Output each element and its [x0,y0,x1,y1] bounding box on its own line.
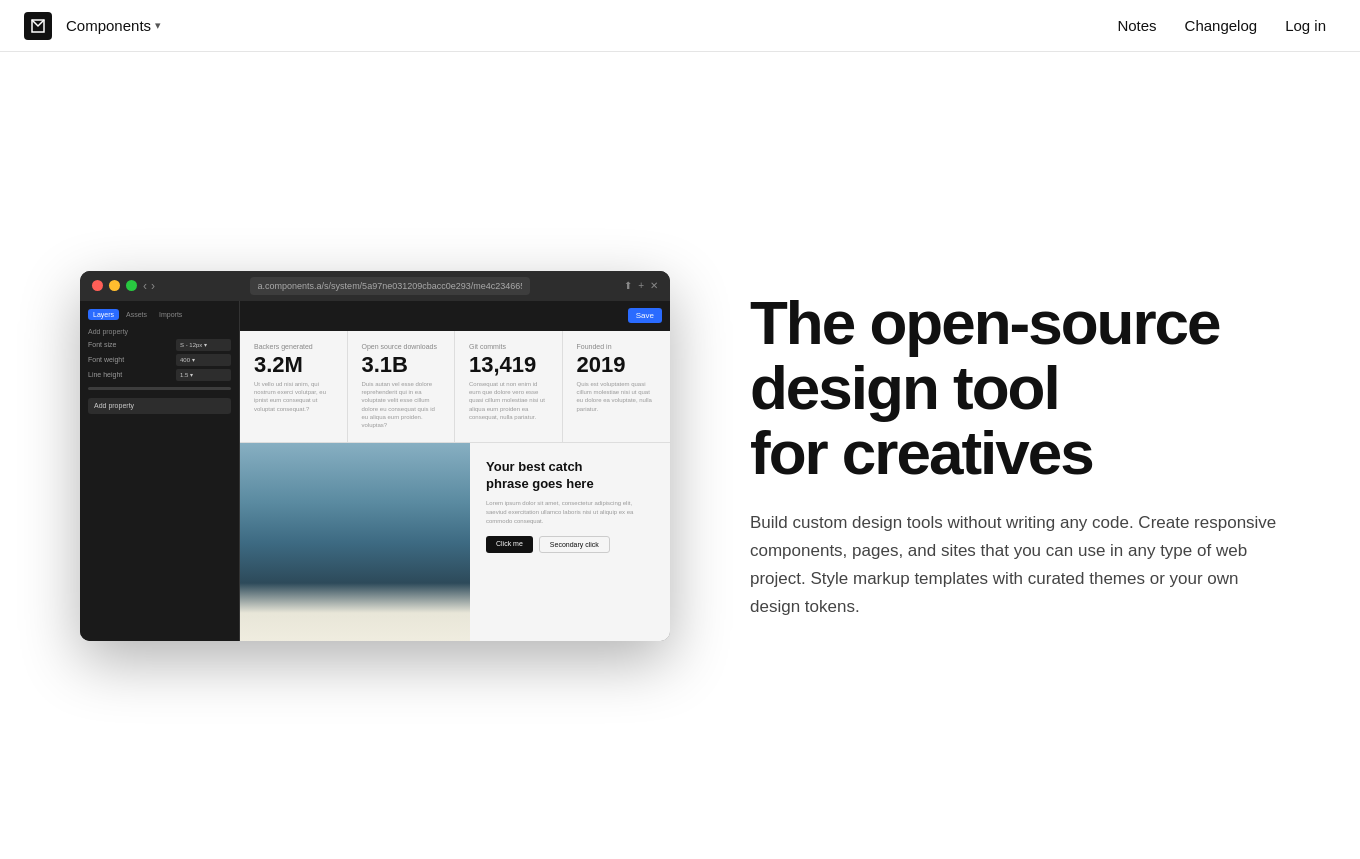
hero-heading-line1: The open-source [750,288,1220,357]
cta-buttons: Click me Secondary click [486,536,654,553]
line-height-input[interactable]: 1.5 ▾ [176,369,231,381]
stat-desc-backers: Ut vello ud nisi anim, qui nostrum exerc… [254,380,333,414]
font-size-label: Font size [88,341,138,348]
stat-label-founded: Founded in [577,343,657,350]
app-sidebar: Layers Assets Imports Add property Font … [80,301,240,641]
components-menu-button[interactable]: Components ▾ [60,13,167,38]
browser-titlebar: ‹ › a.components.a/s/system/5a97ne031209… [80,271,670,301]
hero-heading: The open-source design tool for creative… [750,290,1280,485]
sidebar-tab-assets: Assets [121,309,152,320]
stat-value-commits: 13,419 [469,354,548,376]
components-label: Components [66,17,151,34]
stat-cell-commits: Git commits 13,419 Consequat ut non enim… [455,331,563,442]
hero-heading-line3: for creatives [750,418,1093,487]
forward-arrow-icon: › [151,279,155,293]
browser-nav-arrows: ‹ › [143,279,155,293]
cta-primary-button[interactable]: Click me [486,536,533,553]
browser-actions: ⬆ + ✕ [624,280,658,291]
stat-cell-backers: Backers generated 3.2M Ut vello ud nisi … [240,331,348,442]
url-bar: a.components.a/s/system/5a97ne031209cbac… [250,277,530,295]
nav-left: Components ▾ [24,12,167,40]
traffic-light-green [126,280,137,291]
sidebar-slider-row [88,387,231,390]
app-content: Layers Assets Imports Add property Font … [80,301,670,641]
font-weight-label: Font weight [88,356,138,363]
stat-label-backers: Backers generated [254,343,333,350]
sidebar-actions: Add property [88,398,231,414]
stat-cell-downloads: Open source downloads 3.1B Duis autan ve… [348,331,456,442]
hero-section: ‹ › a.components.a/s/system/5a97ne031209… [0,52,1360,859]
stat-label-commits: Git commits [469,343,548,350]
sidebar-action-1[interactable]: Add property [88,398,231,414]
logo-icon[interactable] [24,12,52,40]
back-arrow-icon: ‹ [143,279,147,293]
hero-heading-line2: design tool [750,353,1059,422]
hero-text: The open-source design tool for creative… [750,290,1280,621]
sidebar-properties: Add property Font size S - 12px ▾ Font w… [88,328,231,381]
add-tab-icon: + [638,280,644,291]
sidebar-font-size-row: Font size S - 12px ▾ [88,339,231,351]
chevron-down-icon: ▾ [155,19,161,32]
stat-value-backers: 3.2M [254,354,333,376]
sidebar-tab-other: Imports [154,309,187,320]
stat-desc-founded: Quis est voluptatem quasi cillum molesti… [577,380,657,414]
url-text: a.components.a/s/system/5a97ne031209cbac… [258,281,522,291]
close-tab-icon: ✕ [650,280,658,291]
stat-value-downloads: 3.1B [362,354,441,376]
browser-window: ‹ › a.components.a/s/system/5a97ne031209… [80,271,670,641]
nav-right: Notes Changelog Log in [1107,11,1336,40]
stats-section: Backers generated 3.2M Ut vello ud nisi … [240,331,670,443]
stat-cell-founded: Founded in 2019 Quis est voluptatem quas… [563,331,671,442]
stat-value-founded: 2019 [577,354,657,376]
sidebar-add-property-label: Add property [88,328,231,335]
traffic-light-red [92,280,103,291]
app-main-area: Save Backers generated 3.2M Ut vello ud … [240,301,670,641]
sidebar-tabs: Layers Assets Imports [88,309,231,320]
line-height-label: Line height [88,371,138,378]
navbar: Components ▾ Notes Changelog Log in [0,0,1360,52]
notes-link[interactable]: Notes [1107,11,1166,40]
sidebar-line-height-row: Line height 1.5 ▾ [88,369,231,381]
stat-label-downloads: Open source downloads [362,343,441,350]
share-icon: ⬆ [624,280,632,291]
changelog-link[interactable]: Changelog [1175,11,1268,40]
lorem-text: Lorem ipsum dolor sit amet, consectetur … [486,499,654,526]
hero-image-left [240,443,470,641]
sidebar-font-weight-row: Font weight 400 ▾ [88,354,231,366]
catchphrase-text: Your best catchphrase goes here [486,459,654,493]
cta-secondary-button[interactable]: Secondary click [539,536,610,553]
login-link[interactable]: Log in [1275,11,1336,40]
sidebar-slider[interactable] [88,387,231,390]
font-size-input[interactable]: S - 12px ▾ [176,339,231,351]
hero-image-section: Your best catchphrase goes here Lorem ip… [240,443,670,641]
sidebar-tab-layers: Layers [88,309,119,320]
url-bar-area: a.components.a/s/system/5a97ne031209cbac… [173,277,606,295]
app-topbar: Save [240,301,670,331]
jeans-image-mock [240,443,470,641]
hero-subtext: Build custom design tools without writin… [750,509,1280,621]
stat-desc-downloads: Duis autan vel esse dolore reprehenderit… [362,380,441,430]
hero-image-right: Your best catchphrase goes here Lorem ip… [470,443,670,641]
hero-screenshot: ‹ › a.components.a/s/system/5a97ne031209… [80,271,670,641]
stat-desc-commits: Consequat ut non enim id eum que dolore … [469,380,548,422]
save-button-mock: Save [628,308,662,323]
traffic-light-yellow [109,280,120,291]
font-weight-input[interactable]: 400 ▾ [176,354,231,366]
